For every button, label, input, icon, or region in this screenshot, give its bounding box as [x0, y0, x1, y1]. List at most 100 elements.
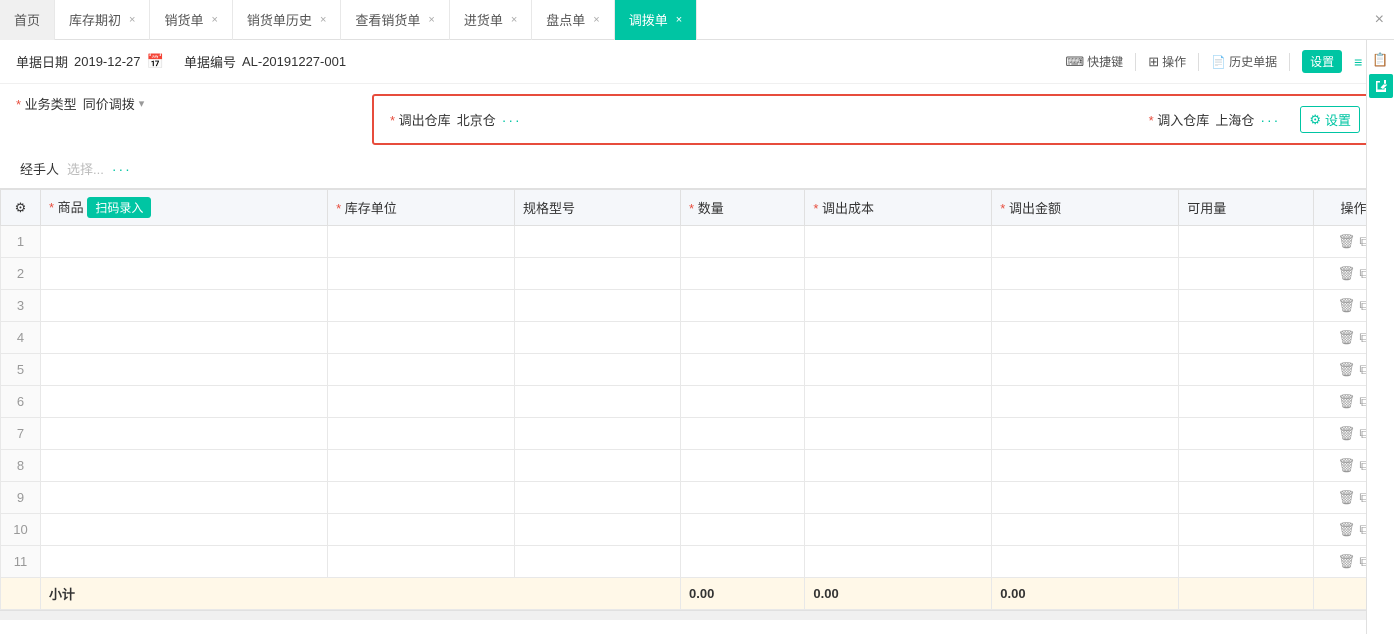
delete-icon[interactable]: 🗑 — [1338, 489, 1356, 505]
delete-icon[interactable]: 🗑 — [1338, 393, 1356, 409]
history-icon: 📄 — [1211, 55, 1226, 69]
warehouse-section: 调出仓库 北京仓 ··· 调入仓库 上海仓 ··· ⚙ 设置 — [372, 94, 1378, 145]
transfer-table: ⚙ 商品 扫码录入 库存单位 规格型号 数量 调出成本 调出金额 可用量 操作 … — [0, 189, 1394, 610]
operations-icon: ⊞ — [1148, 54, 1159, 70]
layout-icon-1: ≡ — [1354, 54, 1362, 70]
col-header-amount: 调出金额 — [992, 190, 1179, 226]
main-content: 单据日期 2019-12-27 📅 单据编号 AL-20191227-001 ⌨… — [0, 40, 1394, 634]
delete-icon[interactable]: 🗑 — [1338, 265, 1356, 281]
table-row: 2🗑⧉ — [1, 258, 1394, 290]
table-row: 6🗑⧉ — [1, 386, 1394, 418]
tab-close-sales-history[interactable]: × — [320, 14, 326, 26]
subtotal-row: 小计 0.00 0.00 0.00 — [1, 578, 1394, 610]
transfer-out-group: 调出仓库 北京仓 ··· — [390, 110, 522, 129]
col-header-goods: 商品 扫码录入 — [41, 190, 328, 226]
tab-sales-order[interactable]: 销货单 × — [150, 0, 232, 40]
delete-icon[interactable]: 🗑 — [1338, 361, 1356, 377]
delete-icon[interactable]: 🗑 — [1338, 457, 1356, 473]
transfer-out-value: 北京仓 — [457, 110, 496, 129]
business-type-label: 业务类型 — [16, 94, 77, 113]
tab-purchase[interactable]: 进货单 × — [450, 0, 532, 40]
transfer-in-more-icon[interactable]: ··· — [1260, 112, 1280, 128]
transfer-in-label: 调入仓库 — [1149, 110, 1210, 129]
sidebar-notes-icon[interactable]: 📋 — [1369, 48, 1393, 72]
operations-button[interactable]: ⊞ 操作 — [1148, 53, 1186, 70]
col-header-unit: 库存单位 — [328, 190, 515, 226]
table-row: 4🗑⧉ — [1, 322, 1394, 354]
tab-close-purchase[interactable]: × — [511, 14, 517, 26]
tab-bar: 首页 库存期初 × 销货单 × 销货单历史 × 查看销货单 × 进货单 × 盘点… — [0, 0, 1394, 40]
tab-transfer[interactable]: 调拨单 × — [615, 0, 697, 40]
tab-close-sales-order[interactable]: × — [211, 14, 217, 26]
window-close-button[interactable]: × — [1375, 11, 1384, 29]
warehouse-settings-button[interactable]: ⚙ 设置 — [1300, 106, 1360, 133]
delete-icon[interactable]: 🗑 — [1338, 425, 1356, 441]
table-row: 5🗑⧉ — [1, 354, 1394, 386]
col-header-available: 可用量 — [1179, 190, 1314, 226]
tab-close-inventory[interactable]: × — [593, 14, 599, 26]
tab-close-view-sales[interactable]: × — [428, 14, 434, 26]
delete-icon[interactable]: 🗑 — [1338, 233, 1356, 249]
settings-button[interactable]: 设置 — [1302, 50, 1342, 73]
subtotal-label: 小计 — [41, 578, 681, 610]
form-header: 单据日期 2019-12-27 📅 单据编号 AL-20191227-001 ⌨… — [0, 40, 1394, 84]
transfer-out-label: 调出仓库 — [390, 110, 451, 129]
toolbar-right: ⌨ 快捷键 ⊞ 操作 📄 历史单据 设置 ≡ ⊟ — [1065, 50, 1378, 73]
divider-2 — [1198, 53, 1199, 71]
person-select[interactable]: 选择... — [67, 159, 104, 178]
date-label: 单据日期 — [16, 52, 68, 71]
calendar-icon[interactable]: 📅 — [147, 53, 164, 70]
history-button[interactable]: 📄 历史单据 — [1211, 53, 1277, 70]
tab-view-sales[interactable]: 查看销货单 × — [341, 0, 449, 40]
table-row: 3🗑⧉ — [1, 290, 1394, 322]
delete-icon[interactable]: 🗑 — [1338, 553, 1356, 569]
tab-close-transfer[interactable]: × — [676, 14, 682, 26]
person-more-icon[interactable]: ··· — [112, 161, 132, 177]
table-row: 11🗑⧉ — [1, 546, 1394, 578]
table-row: 7🗑⧉ — [1, 418, 1394, 450]
delete-icon[interactable]: 🗑 — [1338, 521, 1356, 537]
transfer-out-more-icon[interactable]: ··· — [502, 112, 522, 128]
shortcuts-icon: ⌨ — [1065, 54, 1084, 70]
col-header-spec: 规格型号 — [515, 190, 681, 226]
dropdown-arrow-icon: ▾ — [139, 97, 145, 110]
business-type-select[interactable]: 同价调拨 ▾ — [83, 94, 163, 113]
table-row: 10🗑⧉ — [1, 514, 1394, 546]
divider-1 — [1135, 53, 1136, 71]
table-row: 1🗑⧉ — [1, 226, 1394, 258]
delete-icon[interactable]: 🗑 — [1338, 329, 1356, 345]
person-label: 经手人 — [16, 159, 59, 178]
col-header-settings[interactable]: ⚙ — [1, 190, 41, 226]
scan-button[interactable]: 扫码录入 — [87, 197, 151, 218]
divider-3 — [1289, 53, 1290, 71]
tab-inventory[interactable]: 盘点单 × — [532, 0, 614, 40]
form-section-left: 业务类型 同价调拨 ▾ — [16, 94, 356, 145]
tab-close-stock-init[interactable]: × — [129, 14, 135, 26]
business-type-group: 业务类型 同价调拨 ▾ — [16, 94, 356, 113]
col-header-cost: 调出成本 — [805, 190, 992, 226]
transfer-in-value: 上海仓 — [1215, 110, 1254, 129]
bottom-scrollbar[interactable] — [0, 610, 1394, 620]
transfer-in-group: 调入仓库 上海仓 ··· — [1149, 110, 1281, 129]
tab-stock-init[interactable]: 库存期初 × — [55, 0, 150, 40]
table-row: 8🗑⧉ — [1, 450, 1394, 482]
right-sidebar: 📋 — [1366, 40, 1394, 634]
date-field: 单据日期 2019-12-27 📅 — [16, 52, 164, 71]
table-row: 9🗑⧉ — [1, 482, 1394, 514]
delete-icon[interactable]: 🗑 — [1338, 297, 1356, 313]
date-value: 2019-12-27 — [74, 54, 141, 69]
person-row: 经手人 选择... ··· — [0, 155, 1394, 188]
sidebar-link-icon[interactable] — [1369, 74, 1393, 98]
subtotal-amount: 0.00 — [992, 578, 1179, 610]
tab-home[interactable]: 首页 — [0, 0, 55, 40]
col-header-qty: 数量 — [681, 190, 805, 226]
table-wrapper: ⚙ 商品 扫码录入 库存单位 规格型号 数量 调出成本 调出金额 可用量 操作 … — [0, 188, 1394, 610]
subtotal-cost: 0.00 — [805, 578, 992, 610]
tab-sales-history[interactable]: 销货单历史 × — [233, 0, 341, 40]
subtotal-qty: 0.00 — [681, 578, 805, 610]
number-label: 单据编号 — [184, 52, 236, 71]
number-value: AL-20191227-001 — [242, 54, 346, 69]
form-row-2: 业务类型 同价调拨 ▾ 调出仓库 北京仓 ··· 调入仓库 上海仓 ··· ⚙ — [0, 84, 1394, 155]
shortcuts-button[interactable]: ⌨ 快捷键 — [1065, 53, 1123, 70]
external-link-icon — [1374, 79, 1388, 93]
